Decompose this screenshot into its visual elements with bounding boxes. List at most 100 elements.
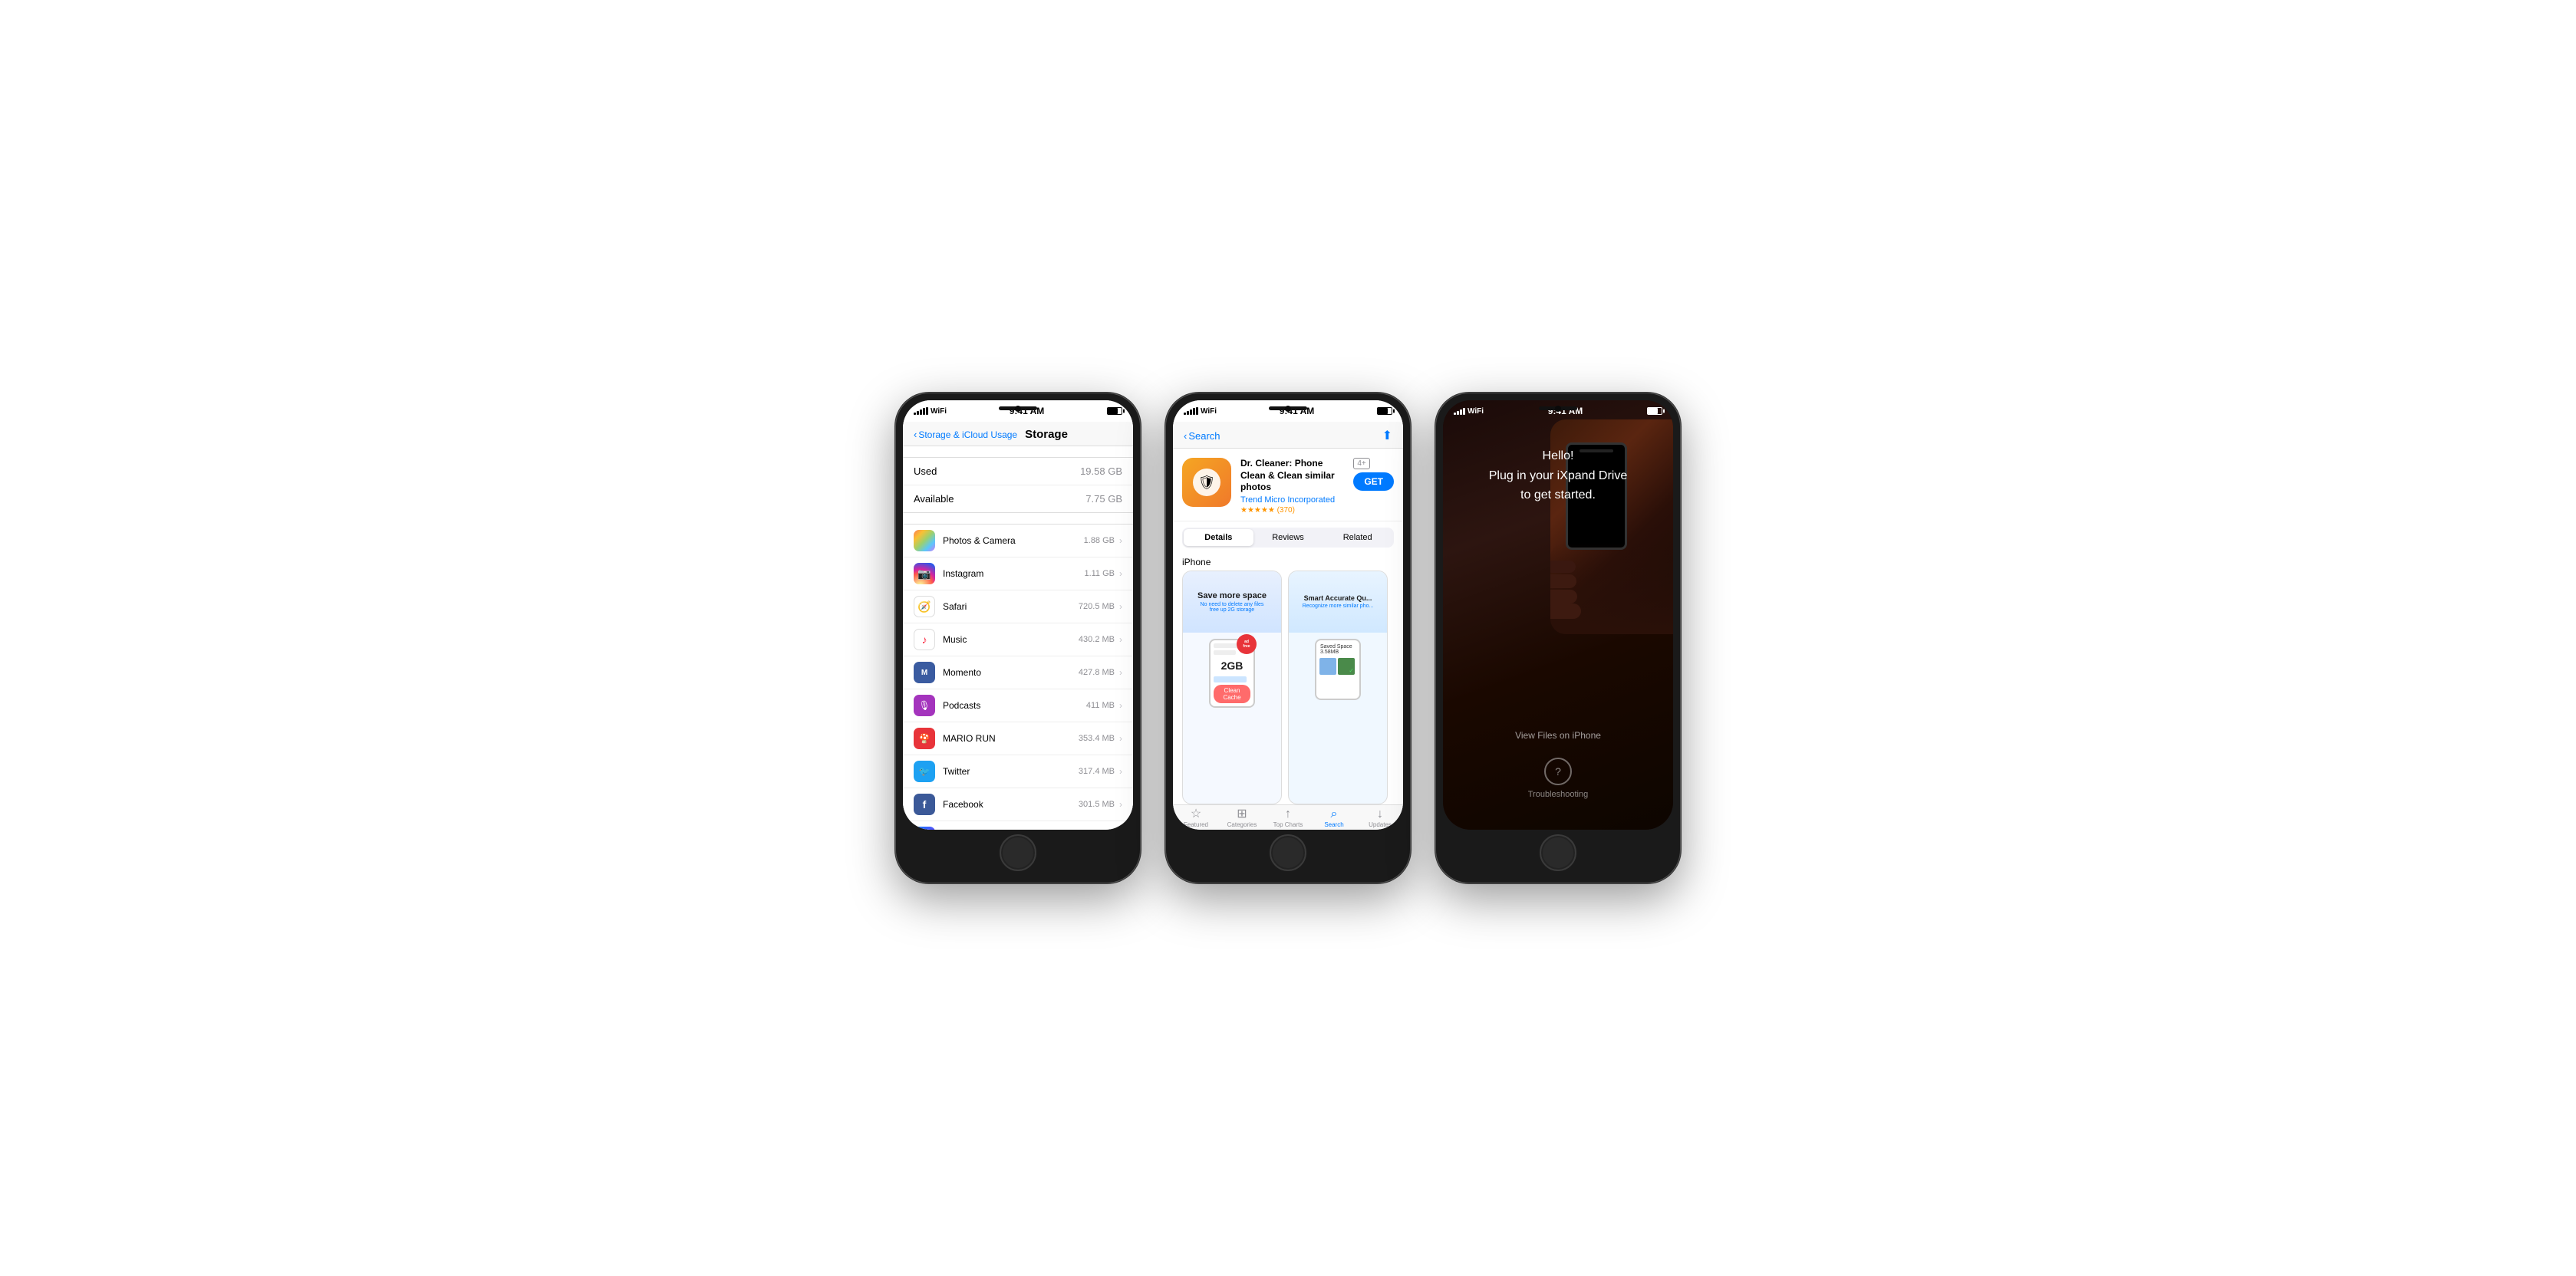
app-row-momento[interactable]: M Momento 427.8 MB › [903, 656, 1133, 689]
nav-back-label-1[interactable]: Storage & iCloud Usage [918, 429, 1017, 440]
screenshot-2-sub: Recognize more similar pho... [1300, 603, 1377, 609]
wifi-icon-2: WiFi [1201, 407, 1217, 416]
view-files-label[interactable]: View Files on iPhone [1515, 730, 1601, 741]
mock-big-text: 2GB [1214, 659, 1250, 672]
screenshot-1: Save more space No need to delete any fi… [1182, 571, 1282, 804]
app-detail-name: Dr. Cleaner: Phone Clean & Clean similar… [1240, 458, 1344, 494]
scene: WiFi 9:41 AM ‹ Storage & iCloud Usage St… [865, 362, 1711, 914]
app-size-momento: 427.8 MB [1079, 668, 1115, 677]
ad-free-badge: adfree [1237, 634, 1257, 654]
icon-mario: 🍄 [914, 728, 935, 749]
chevron-instagram: › [1119, 568, 1122, 579]
troubleshoot-label[interactable]: Troubleshooting [1528, 790, 1588, 799]
bar2 [917, 411, 919, 415]
used-row: Used 19.58 GB [903, 458, 1133, 485]
tab-featured[interactable]: ☆ Featured [1173, 808, 1219, 828]
tab-featured-label: Featured [1184, 821, 1208, 828]
app-size-photos: 1.88 GB [1084, 536, 1115, 545]
app-row-music[interactable]: ♪ Music 430.2 MB › [903, 623, 1133, 656]
phone-3: WiFi 9:41 AM Hello! Plug in your iXpand … [1435, 393, 1681, 883]
app-icon-large: 🛡 [1182, 458, 1231, 507]
hello-text: Hello! [1543, 449, 1574, 462]
bar4 [1193, 408, 1195, 415]
signal-area-1: WiFi [914, 407, 947, 416]
app-row-twitter[interactable]: 🐦 Twitter 317.4 MB › [903, 755, 1133, 788]
screenshot-2: Smart Accurate Qu... Recognize more simi… [1288, 571, 1388, 804]
battery-area-1 [1107, 407, 1122, 415]
screenshot-1-header: Save more space No need to delete any fi… [1183, 571, 1281, 633]
app-name-momento: Momento [943, 667, 1079, 678]
thumb2: ✓ [1338, 658, 1355, 675]
phone-1-home-button[interactable] [1000, 834, 1036, 871]
ixpand-title-area: Hello! Plug in your iXpand Driveto get s… [1489, 446, 1628, 505]
bar5 [926, 407, 928, 415]
screenshot-2-title: Smart Accurate Qu... [1304, 594, 1372, 602]
get-button[interactable]: GET [1353, 472, 1394, 491]
tab-top-charts[interactable]: ↑ Top Charts [1265, 808, 1311, 828]
phone-2-home-button[interactable] [1270, 834, 1306, 871]
tab-bar-2: ☆ Featured ⊞ Categories ↑ Top Charts ⌕ S… [1173, 804, 1403, 830]
tab-reviews[interactable]: Reviews [1253, 529, 1323, 546]
tab-related[interactable]: Related [1323, 529, 1392, 546]
iphone-label: iPhone [1173, 554, 1403, 571]
chevron-photos: › [1119, 535, 1122, 546]
signal-bars-1 [914, 407, 928, 415]
share-icon[interactable]: ⬆ [1382, 428, 1392, 443]
bar2 [1187, 411, 1189, 415]
battery-fill-2 [1378, 408, 1388, 414]
app-detail-info: Dr. Cleaner: Phone Clean & Clean similar… [1240, 458, 1344, 515]
icon-messenger: ⚡ [914, 827, 935, 830]
chevron-momento: › [1119, 667, 1122, 678]
icon-photos [914, 530, 935, 551]
battery-1 [1107, 407, 1122, 415]
used-label: Used [914, 465, 937, 477]
nav-bar-1: ‹ Storage & iCloud Usage Storage [903, 422, 1133, 446]
battery-fill-1 [1108, 408, 1118, 414]
categories-icon: ⊞ [1237, 808, 1247, 821]
plug-in-text: Plug in your iXpand Driveto get started. [1489, 469, 1628, 502]
appstore-back-label[interactable]: Search [1188, 430, 1220, 442]
app-row-mario[interactable]: 🍄 MARIO RUN 353.4 MB › [903, 722, 1133, 755]
app-row-instagram[interactable]: 📷 Instagram 1.11 GB › [903, 557, 1133, 590]
battery-fill-3 [1648, 408, 1658, 414]
chevron-twitter: › [1119, 766, 1122, 777]
battery-3 [1647, 407, 1662, 415]
nav-back-1[interactable]: ‹ Storage & iCloud Usage [914, 429, 1017, 440]
app-row-safari[interactable]: 🧭 Safari 720.5 MB › [903, 590, 1133, 623]
wifi-icon-3: WiFi [1468, 407, 1484, 416]
tab-search[interactable]: ⌕ Search [1311, 808, 1357, 828]
tab-details[interactable]: Details [1184, 529, 1253, 546]
app-row-messenger[interactable]: ⚡ Messenger 245.2 MB › [903, 821, 1133, 830]
app-size-podcasts: 411 MB [1086, 701, 1115, 710]
appstore-back[interactable]: ‹ Search [1184, 430, 1220, 442]
app-name-podcasts: Podcasts [943, 700, 1086, 711]
bar4 [1463, 408, 1465, 415]
battery-area-3 [1647, 407, 1662, 415]
icon-twitter: 🐦 [914, 761, 935, 782]
tab-updates[interactable]: ↓ Updates [1357, 808, 1403, 828]
app-size-instagram: 1.11 GB [1084, 569, 1115, 578]
saved-label: Saved Space 3.58MB [1319, 643, 1356, 656]
tab-categories[interactable]: ⊞ Categories [1219, 808, 1265, 828]
troubleshoot-circle[interactable]: ? [1544, 758, 1572, 785]
chevron-mario: › [1119, 733, 1122, 744]
app-size-mario: 353.4 MB [1079, 734, 1115, 743]
app-row-facebook[interactable]: f Facebook 301.5 MB › [903, 788, 1133, 821]
phone-3-screen: WiFi 9:41 AM Hello! Plug in your iXpand … [1443, 400, 1673, 830]
back-chevron-2: ‹ [1184, 430, 1187, 442]
app-row-photos[interactable]: Photos & Camera 1.88 GB › [903, 525, 1133, 557]
app-size-safari: 720.5 MB [1079, 602, 1115, 611]
dr-cleaner-inner-icon: 🛡 [1193, 469, 1220, 496]
phone-1-camera [1015, 406, 1021, 412]
app-row-podcasts[interactable]: 🎙 Podcasts 411 MB › [903, 689, 1133, 722]
ixpand-title: Hello! Plug in your iXpand Driveto get s… [1489, 446, 1628, 505]
chevron-safari: › [1119, 601, 1122, 612]
segmented-control: Details Reviews Related [1182, 528, 1394, 548]
phone-1: WiFi 9:41 AM ‹ Storage & iCloud Usage St… [895, 393, 1141, 883]
app-detail-dev[interactable]: Trend Micro Incorporated [1240, 495, 1344, 505]
phone-3-home-button[interactable] [1540, 834, 1576, 871]
appstore-nav: ‹ Search ⬆ [1173, 422, 1403, 449]
app-name-mario: MARIO RUN [943, 733, 1079, 744]
ixpand-content: Hello! Plug in your iXpand Driveto get s… [1443, 400, 1673, 830]
screenshot-1-title: Save more space [1197, 591, 1267, 600]
